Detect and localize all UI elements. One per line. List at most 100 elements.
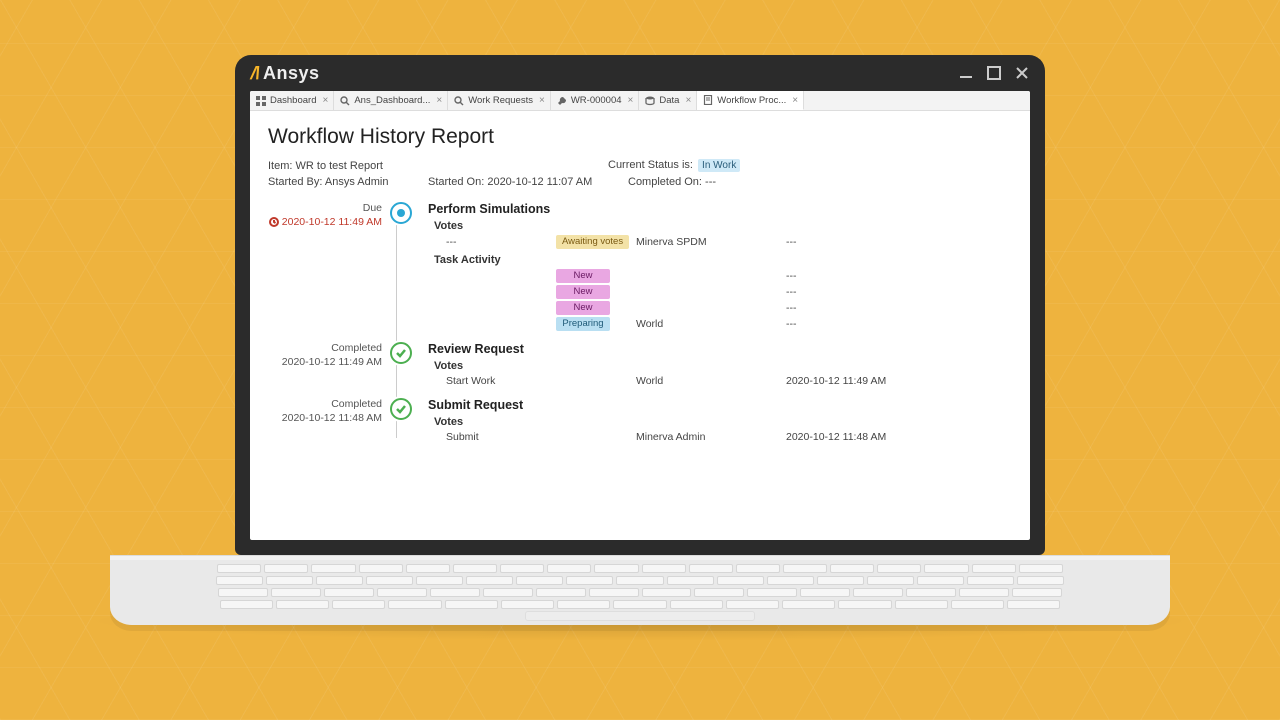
section-header: Votes: [434, 220, 1012, 232]
window-titlebar: /\Ansys: [235, 55, 1045, 91]
brand-text: Ansys: [263, 63, 320, 84]
check-circle-icon: [390, 398, 412, 420]
tab-close-icon[interactable]: ×: [320, 95, 328, 106]
cell-actor: World: [636, 318, 786, 330]
laptop: /\Ansys Dashboard×Ans_Dashboard...×Work …: [235, 55, 1045, 625]
completed-on-value: ---: [705, 176, 716, 188]
tab-ans-dashboard[interactable]: Ans_Dashboard... ×: [334, 91, 448, 110]
cell-time: 2020-10-12 11:48 AM: [786, 431, 896, 443]
cell-time: ---: [786, 318, 896, 330]
maximize-icon[interactable]: [987, 66, 1001, 80]
started-on-field: Started On: 2020-10-12 11:07 AM: [428, 176, 598, 188]
brand-logo: /\Ansys: [251, 63, 320, 84]
started-by-value: Ansys Admin: [325, 176, 389, 188]
cell-status: New: [556, 269, 636, 283]
step-meta: Completed2020-10-12 11:49 AM: [262, 342, 382, 369]
cell-actor: Minerva Admin: [636, 431, 786, 443]
minimize-icon[interactable]: [959, 66, 973, 80]
completed-on-field: Completed On: ---: [628, 176, 716, 188]
step-title: Review Request: [428, 342, 1012, 356]
tab-dashboard[interactable]: Dashboard ×: [250, 91, 334, 110]
status-pill: New: [556, 285, 610, 299]
status-field: Current Status is: In Work: [608, 159, 740, 172]
started-on-label: Started On:: [428, 176, 484, 188]
tab-close-icon[interactable]: ×: [434, 95, 442, 106]
status-badge: In Work: [698, 159, 740, 172]
cell-status: Awaiting votes: [556, 235, 636, 249]
table-row: New ---: [428, 268, 1012, 284]
workflow-step: Due2020-10-12 11:49 AMPerform Simulation…: [408, 202, 1012, 332]
step-state-label: Due: [262, 202, 382, 216]
status-pill: Awaiting votes: [556, 235, 629, 249]
step-timestamp: 2020-10-12 11:49 AM: [262, 356, 382, 370]
table-row: ---Awaiting votesMinerva SPDM---: [428, 234, 1012, 250]
cell-time: 2020-10-12 11:49 AM: [786, 375, 896, 387]
item-label: Item:: [268, 160, 292, 172]
cell-status: New: [556, 301, 636, 315]
started-by-label: Started By:: [268, 176, 322, 188]
cell-action: ---: [446, 236, 556, 248]
step-meta: Due2020-10-12 11:49 AM: [262, 202, 382, 229]
step-title: Submit Request: [428, 398, 1012, 412]
table-row: New ---: [428, 300, 1012, 316]
close-icon[interactable]: [1015, 66, 1029, 80]
cell-time: ---: [786, 270, 896, 282]
section-header: Task Activity: [434, 254, 1012, 266]
tab-strip: Dashboard×Ans_Dashboard...×Work Requests…: [250, 91, 1030, 111]
cell-action: Start Work: [446, 375, 556, 387]
status-pill: New: [556, 301, 610, 315]
tab-work-requests[interactable]: Work Requests ×: [448, 91, 551, 110]
table-row: Submit Minerva Admin2020-10-12 11:48 AM: [428, 430, 1012, 444]
tab-label: Data: [659, 95, 679, 106]
step-timestamp: 2020-10-12 11:48 AM: [262, 412, 382, 426]
page-title: Workflow History Report: [268, 125, 1012, 149]
app-window: Dashboard×Ans_Dashboard...×Work Requests…: [250, 91, 1030, 540]
step-state-label: Completed: [262, 398, 382, 412]
step-title: Perform Simulations: [428, 202, 1012, 216]
workflow-timeline: Due2020-10-12 11:49 AMPerform Simulation…: [268, 202, 1012, 444]
status-label: Current Status is:: [608, 159, 693, 171]
tab-label: WR-000004: [571, 95, 622, 106]
started-by-field: Started By: Ansys Admin: [268, 176, 398, 188]
tab-label: Work Requests: [468, 95, 533, 106]
cell-actor: World: [636, 375, 786, 387]
item-field: Item: WR to test Report: [268, 160, 518, 172]
tab-close-icon[interactable]: ×: [683, 95, 691, 106]
cell-time: ---: [786, 302, 896, 314]
page-content: Workflow History Report Item: WR to test…: [250, 111, 1030, 540]
cell-time: ---: [786, 286, 896, 298]
search-icon: [454, 96, 464, 106]
completed-on-label: Completed On:: [628, 176, 702, 188]
started-on-value: 2020-10-12 11:07 AM: [487, 176, 592, 188]
tab-wr-000004[interactable]: WR-000004 ×: [551, 91, 640, 110]
step-timestamp: 2020-10-12 11:49 AM: [262, 216, 382, 230]
trackpad: [525, 611, 755, 621]
grid-icon: [256, 96, 266, 106]
tab-workflow-proc[interactable]: Workflow Proc...×: [697, 91, 804, 110]
section-header: Votes: [434, 360, 1012, 372]
item-value: WR to test Report: [296, 160, 383, 172]
status-pill: Preparing: [556, 317, 610, 331]
step-state-label: Completed: [262, 342, 382, 356]
search-icon: [340, 96, 350, 106]
table-row: Start Work World2020-10-12 11:49 AM: [428, 374, 1012, 388]
tab-label: Dashboard: [270, 95, 316, 106]
tab-close-icon[interactable]: ×: [537, 95, 545, 106]
wrench-icon: [557, 96, 567, 106]
workflow-step: Completed2020-10-12 11:49 AMReview Reque…: [408, 342, 1012, 388]
keyboard: [165, 564, 1115, 611]
active-circle-icon: [390, 202, 412, 224]
section-header: Votes: [434, 416, 1012, 428]
workflow-step: Completed2020-10-12 11:48 AMSubmit Reque…: [408, 398, 1012, 444]
table-row: Preparing World---: [428, 316, 1012, 332]
tab-close-icon[interactable]: ×: [626, 95, 634, 106]
cell-action: Submit: [446, 431, 556, 443]
table-row: New ---: [428, 284, 1012, 300]
laptop-base: [110, 555, 1170, 625]
tab-label: Ans_Dashboard...: [354, 95, 430, 106]
tab-data[interactable]: Data ×: [639, 91, 697, 110]
db-icon: [645, 96, 655, 106]
screen-frame: /\Ansys Dashboard×Ans_Dashboard...×Work …: [235, 55, 1045, 555]
tab-close-icon[interactable]: ×: [790, 95, 798, 106]
step-meta: Completed2020-10-12 11:48 AM: [262, 398, 382, 425]
